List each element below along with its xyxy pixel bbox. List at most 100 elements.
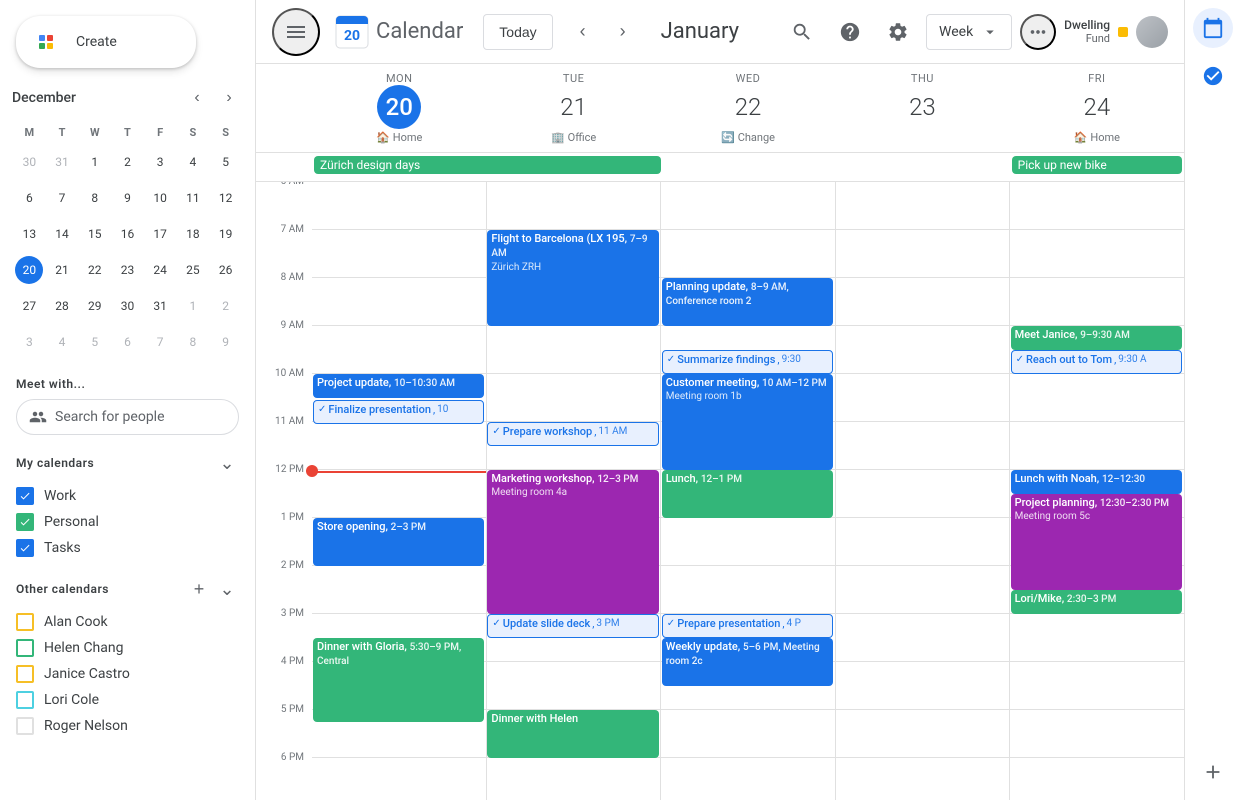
mini-cal-day[interactable]: 8 (79, 181, 110, 215)
grid-cell[interactable] (487, 614, 662, 661)
grid-cell[interactable] (1010, 278, 1184, 325)
mini-cal-day[interactable]: 2 (112, 145, 143, 179)
add-other-calendar-btn[interactable]: + (187, 577, 211, 601)
grid-cell[interactable] (312, 662, 487, 709)
grid-cell[interactable] (836, 374, 1011, 421)
mini-cal-day[interactable]: 30 (112, 289, 143, 323)
grid-cell[interactable] (661, 470, 836, 517)
user-avatar[interactable] (1136, 16, 1168, 48)
grid-cell[interactable] (661, 326, 836, 373)
grid-cell[interactable] (312, 326, 487, 373)
grid-cell[interactable] (1010, 422, 1184, 469)
mini-cal-day[interactable]: 8 (178, 325, 209, 359)
allday-cell[interactable] (835, 153, 1009, 181)
mini-cal-day[interactable]: 27 (14, 289, 45, 323)
grid-cell[interactable] (312, 182, 487, 229)
mini-cal-day[interactable]: 10 (145, 181, 176, 215)
other-calendars-toggle[interactable]: ⌄ (215, 577, 239, 601)
grid-cell[interactable] (487, 278, 662, 325)
grid-cell[interactable] (1010, 614, 1184, 661)
grid-cell[interactable] (661, 278, 836, 325)
grid-cell[interactable] (487, 566, 662, 613)
mini-cal-day[interactable]: 3 (145, 145, 176, 179)
mini-cal-day[interactable]: 23 (112, 253, 143, 287)
mini-cal-day[interactable]: 30 (14, 145, 45, 179)
grid-cell[interactable] (661, 566, 836, 613)
mini-cal-day[interactable]: 7 (47, 181, 78, 215)
mini-cal-day[interactable]: 12 (210, 181, 241, 215)
mini-cal-day[interactable]: 1 (79, 145, 110, 179)
grid-cell[interactable] (1010, 182, 1184, 229)
settings-button[interactable] (878, 12, 918, 52)
mini-cal-day[interactable]: 29 (79, 289, 110, 323)
grid-cell[interactable] (836, 614, 1011, 661)
day-header[interactable]: TUE 21 🏢Office (486, 64, 660, 152)
search-button[interactable] (782, 12, 822, 52)
mini-cal-day[interactable]: 6 (14, 181, 45, 215)
mini-cal-day[interactable]: 26 (210, 253, 241, 287)
mini-cal-day[interactable]: 31 (145, 289, 176, 323)
mini-cal-day[interactable]: 18 (178, 217, 209, 251)
grid-cell[interactable] (312, 374, 487, 421)
grid-cell[interactable] (836, 518, 1011, 565)
grid-cell[interactable] (661, 374, 836, 421)
mini-cal-day[interactable]: 21 (47, 253, 78, 287)
grid-cell[interactable] (312, 518, 487, 565)
mini-cal-day[interactable]: 16 (112, 217, 143, 251)
grid-cell[interactable] (661, 182, 836, 229)
mini-cal-day[interactable]: 20 (14, 253, 45, 287)
grid-cell[interactable] (836, 566, 1011, 613)
my-calendars-toggle[interactable]: ⌄ (215, 451, 239, 475)
task-right-icon[interactable] (1193, 56, 1233, 96)
prev-week-button[interactable]: ‹ (565, 14, 601, 50)
grid-cell[interactable] (836, 422, 1011, 469)
grid-cell[interactable] (487, 422, 662, 469)
mini-cal-prev[interactable]: ‹ (183, 84, 211, 112)
grid-cell[interactable] (661, 614, 836, 661)
mini-cal-day[interactable]: 9 (210, 325, 241, 359)
other-calendar-item[interactable]: Helen Chang (16, 635, 239, 661)
grid-cell[interactable] (312, 278, 487, 325)
menu-button[interactable] (272, 8, 320, 56)
allday-event[interactable]: Pick up new bike (1012, 156, 1182, 174)
grid-cell[interactable] (661, 758, 836, 800)
grid-cell[interactable] (661, 230, 836, 277)
grid-cell[interactable] (836, 278, 1011, 325)
grid-cell[interactable] (661, 518, 836, 565)
mini-cal-day[interactable]: 4 (47, 325, 78, 359)
mini-cal-day[interactable]: 22 (79, 253, 110, 287)
grid-cell[interactable] (312, 614, 487, 661)
grid-cell[interactable] (487, 230, 662, 277)
help-button[interactable] (830, 12, 870, 52)
grid-cell[interactable] (487, 662, 662, 709)
mini-cal-day[interactable]: 1 (178, 289, 209, 323)
my-calendar-item[interactable]: Personal (16, 509, 239, 535)
grid-cell[interactable] (1010, 326, 1184, 373)
mini-cal-day[interactable]: 15 (79, 217, 110, 251)
week-view-selector[interactable]: Week (926, 14, 1012, 50)
create-button[interactable]: Create (16, 16, 196, 68)
allday-cell[interactable] (661, 153, 835, 181)
time-grid[interactable]: 6 AM7 AM8 AM9 AM10 AM11 AM12 PM1 PM2 PM3… (256, 182, 1184, 800)
mini-cal-day[interactable]: 28 (47, 289, 78, 323)
my-calendar-item[interactable]: Work (16, 483, 239, 509)
mini-cal-day[interactable]: 17 (145, 217, 176, 251)
mini-cal-day[interactable]: 5 (79, 325, 110, 359)
other-calendar-item[interactable]: Janice Castro (16, 661, 239, 687)
grid-cell[interactable] (487, 518, 662, 565)
other-calendar-item[interactable]: Roger Nelson (16, 713, 239, 739)
grid-cell[interactable] (1010, 662, 1184, 709)
grid-cell[interactable] (312, 710, 487, 757)
calendar-right-icon[interactable] (1193, 8, 1233, 48)
search-people-input[interactable]: Search for people (16, 399, 239, 435)
other-calendar-item[interactable]: Alan Cook (16, 609, 239, 635)
mini-cal-day[interactable]: 6 (112, 325, 143, 359)
grid-cell[interactable] (312, 422, 487, 469)
grid-cell[interactable] (1010, 710, 1184, 757)
grid-cell[interactable] (487, 182, 662, 229)
grid-cell[interactable] (312, 758, 487, 800)
mini-cal-day[interactable]: 13 (14, 217, 45, 251)
grid-cell[interactable] (661, 662, 836, 709)
allday-event[interactable]: Zürich design days (314, 156, 661, 174)
add-right-icon[interactable] (1193, 752, 1233, 792)
